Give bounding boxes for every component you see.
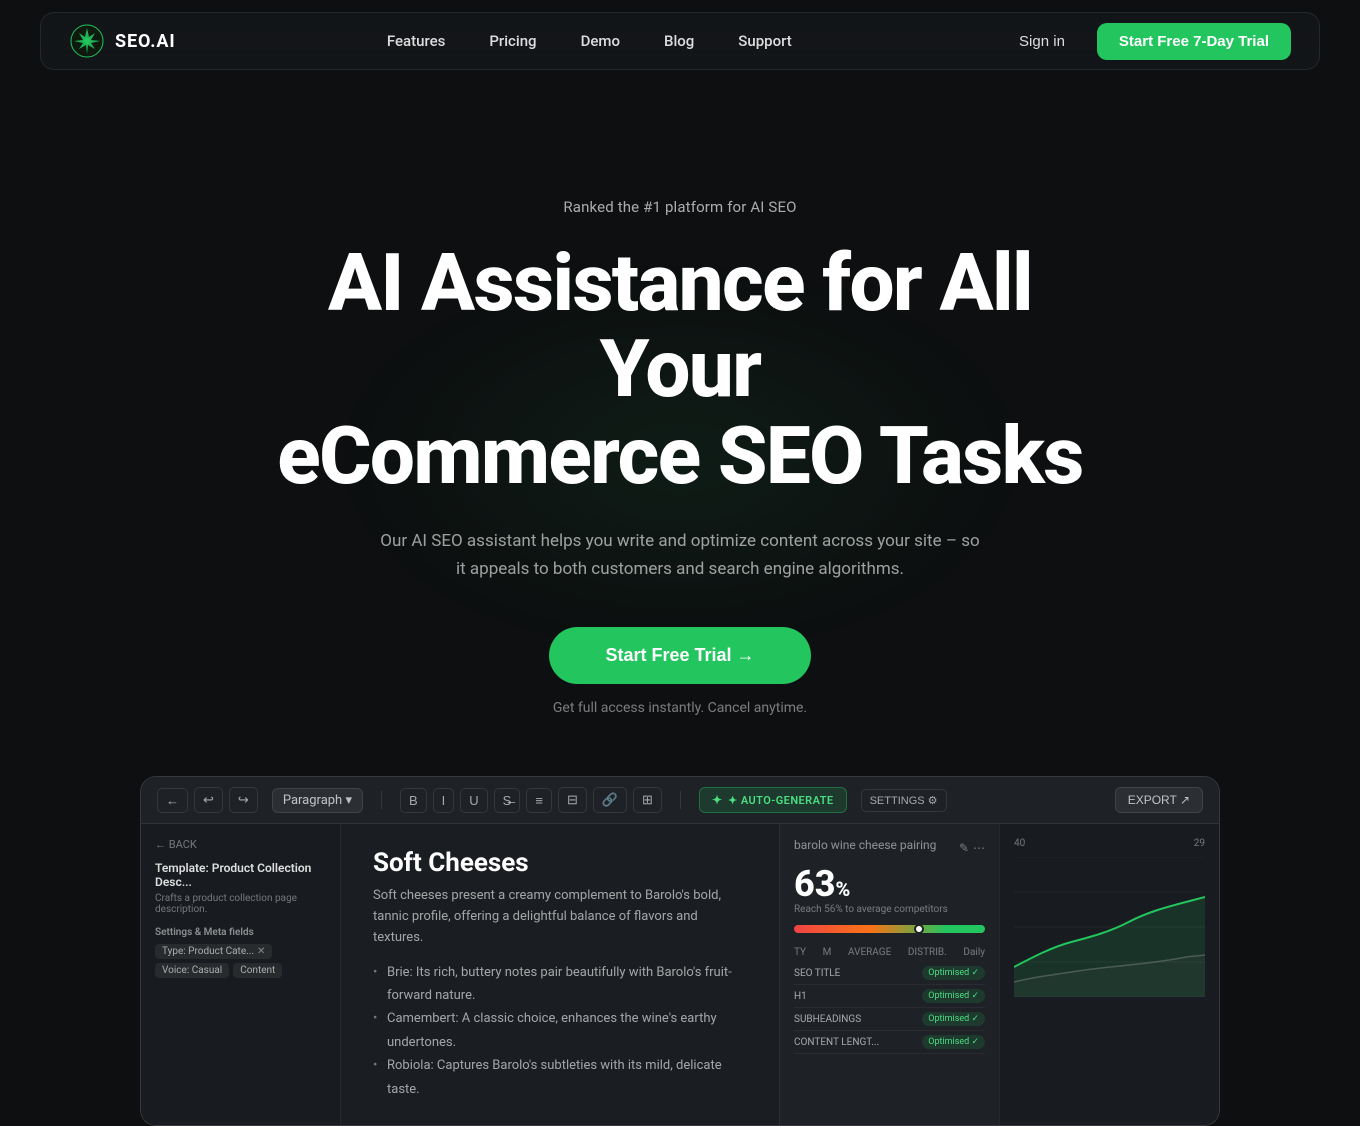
list-item: Robiola: Captures Barolo's subtleties wi…: [373, 1054, 747, 1101]
toolbar-table-button[interactable]: ⊞: [633, 787, 662, 813]
panel-more-icon[interactable]: ⋯: [973, 841, 985, 855]
nav-demo[interactable]: Demo: [563, 24, 638, 58]
logo-text: SEO.AI: [115, 31, 176, 52]
content-paragraph: Soft cheeses present a creamy complement…: [373, 886, 747, 948]
toolbar-paragraph-select[interactable]: Paragraph ▾: [272, 788, 363, 813]
nav-blog[interactable]: Blog: [646, 24, 712, 58]
toolbar-underline-button[interactable]: U: [460, 788, 487, 813]
app-screenshot: ← ↩ ↪ Paragraph ▾ B I U S̶ ≡ ⊟ 🔗 ⊞ ✦ ✦: [140, 776, 1220, 1126]
seo-score: 63%: [794, 866, 985, 902]
toolbar-autogenerate-button[interactable]: ✦ ✦ AUTO-GENERATE: [699, 787, 847, 813]
hero-cta-button[interactable]: Start Free Trial →: [549, 627, 810, 684]
hero-section: Ranked the #1 platform for AI SEO AI Ass…: [0, 58, 1360, 776]
toolbar-separator: [381, 791, 382, 809]
content-title: Soft Cheeses: [373, 848, 747, 878]
progress-indicator: [914, 924, 924, 934]
nav-right: Sign in Start Free 7-Day Trial: [1003, 23, 1291, 60]
panel-keyword-title: barolo wine cheese pairing: [794, 838, 936, 852]
metric-row-subheadings: SUBHEADINGS Optimised ✓: [794, 1008, 985, 1031]
sidebar-template-desc: Crafts a product collection page descrip…: [155, 893, 326, 915]
app-sidebar: ← BACK Template: Product Collection Desc…: [141, 824, 341, 1125]
toolbar-list-ol-button[interactable]: ⊟: [558, 787, 587, 813]
chart-area: [1014, 857, 1205, 1111]
hero-title-line1: AI Assistance for All Your: [328, 236, 1032, 416]
toolbar-separator-2: [680, 791, 681, 809]
toolbar-list-ul-button[interactable]: ≡: [526, 788, 552, 813]
toolbar-redo-button[interactable]: ↪: [229, 787, 258, 813]
toolbar-link-button[interactable]: 🔗: [593, 787, 627, 813]
score-progress-bar: [794, 925, 985, 933]
list-item: Camembert: A classic choice, enhances th…: [373, 1007, 747, 1054]
nav-support[interactable]: Support: [720, 24, 809, 58]
app-body: ← BACK Template: Product Collection Desc…: [141, 824, 1219, 1125]
hero-subtitle: Our AI SEO assistant helps you write and…: [380, 527, 980, 583]
panel-edit-icon[interactable]: ✎: [959, 841, 969, 855]
panel-col-headers: TY M AVERAGE DISTRIB. Daily: [794, 947, 985, 958]
list-item: Brie: Its rich, buttery notes pair beaut…: [373, 961, 747, 1008]
logo-icon: [69, 23, 105, 59]
toolbar-export-button[interactable]: EXPORT ↗: [1115, 787, 1203, 813]
logo[interactable]: SEO.AI: [69, 23, 176, 59]
metric-row-content-length: CONTENT LENGT... Optimised ✓: [794, 1031, 985, 1054]
toolbar-italic-button[interactable]: I: [433, 788, 455, 813]
autogen-icon: ✦: [712, 793, 722, 807]
toolbar-undo-button[interactable]: ↩: [194, 787, 223, 813]
hero-badge: Ranked the #1 platform for AI SEO: [563, 198, 796, 216]
screenshot-container: ← ↩ ↪ Paragraph ▾ B I U S̶ ≡ ⊟ 🔗 ⊞ ✦ ✦: [80, 776, 1280, 1126]
toolbar-strikethrough-button[interactable]: S̶: [494, 788, 521, 813]
chart-panel: 40 29: [999, 824, 1219, 1125]
chart-y-labels: 40 29: [1014, 838, 1205, 849]
sidebar-back-link[interactable]: ← BACK: [155, 838, 326, 851]
metric-row-seo-title: SEO TITLE Optimised ✓: [794, 962, 985, 985]
sidebar-settings-label: Settings & Meta fields: [155, 927, 326, 938]
sidebar-tag-content: Content: [233, 963, 282, 978]
hero-title-line2: eCommerce SEO Tasks: [277, 409, 1082, 503]
sign-in-button[interactable]: Sign in: [1003, 25, 1081, 58]
app-right-panel: barolo wine cheese pairing ✎ ⋯ 63% Reach…: [779, 824, 999, 1125]
content-list: Brie: Its rich, buttery notes pair beaut…: [373, 961, 747, 1101]
chart-svg: [1014, 857, 1205, 997]
nav-links: Features Pricing Demo Blog Support: [369, 24, 810, 58]
score-note: Reach 56% to average competitors: [794, 904, 985, 915]
nav-pricing[interactable]: Pricing: [471, 24, 554, 58]
toolbar-bold-button[interactable]: B: [400, 788, 427, 813]
metric-row-h1: H1 Optimised ✓: [794, 985, 985, 1008]
toolbar-nav-group: ← ↩ ↪: [157, 787, 258, 813]
nav-cta-button[interactable]: Start Free 7-Day Trial: [1097, 23, 1291, 60]
app-toolbar: ← ↩ ↪ Paragraph ▾ B I U S̶ ≡ ⊟ 🔗 ⊞ ✦ ✦: [141, 777, 1219, 824]
toolbar-back-button[interactable]: ←: [157, 788, 188, 813]
sidebar-tag-voice: Voice: Casual: [155, 963, 229, 978]
nav-features[interactable]: Features: [369, 24, 463, 58]
sidebar-tags: Type: Product Cate... ✕ Voice: Casual Co…: [155, 944, 326, 978]
toolbar-settings-button[interactable]: SETTINGS ⚙: [861, 789, 947, 812]
sidebar-tag-type: Type: Product Cate... ✕: [155, 944, 272, 959]
sidebar-template-title: Template: Product Collection Desc...: [155, 861, 326, 889]
toolbar-format-group: B I U S̶ ≡ ⊟ 🔗 ⊞: [400, 787, 662, 813]
app-main-content: Soft Cheeses Soft cheeses present a crea…: [341, 824, 779, 1125]
hero-sub-note: Get full access instantly. Cancel anytim…: [553, 700, 807, 716]
hero-title: AI Assistance for All Your eCommerce SEO…: [250, 240, 1110, 499]
